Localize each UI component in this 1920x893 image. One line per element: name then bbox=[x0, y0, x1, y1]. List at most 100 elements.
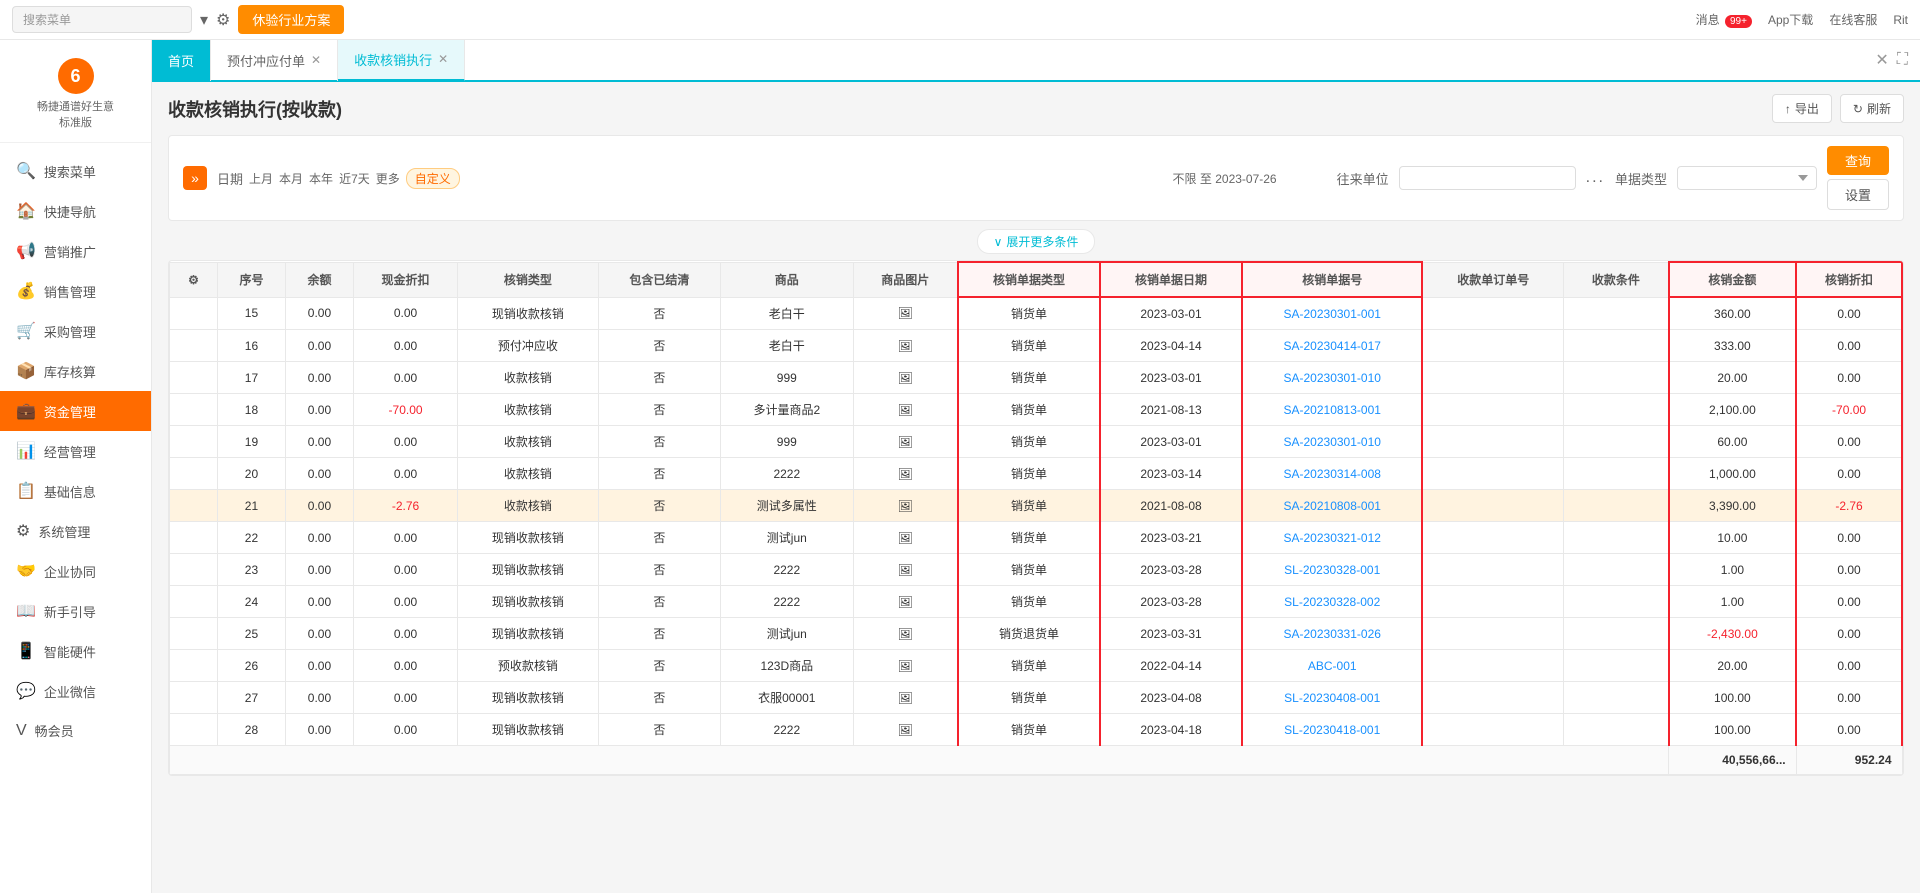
app-download-link[interactable]: App下载 bbox=[1768, 11, 1813, 28]
row-verify-bill-no-link[interactable]: SA-20230314-008 bbox=[1284, 467, 1381, 481]
sidebar-item-wechat[interactable]: 💬 企业微信 bbox=[0, 671, 151, 711]
row-verify-bill-no-link[interactable]: SL-20230328-001 bbox=[1284, 563, 1380, 577]
from-unit-label: 往来单位 bbox=[1337, 169, 1389, 188]
row-include-settled: 否 bbox=[598, 297, 720, 330]
from-unit-input[interactable] bbox=[1399, 166, 1576, 190]
row-product-img: 🖼 bbox=[853, 394, 958, 426]
filter-this-year[interactable]: 本年 bbox=[309, 170, 333, 187]
filter-more[interactable]: 更多 bbox=[376, 170, 400, 187]
sidebar-item-inventory[interactable]: 📦 库存核算 bbox=[0, 351, 151, 391]
industry-btn[interactable]: 休验行业方案 bbox=[238, 5, 344, 34]
row-verify-bill-no-link[interactable]: SA-20230301-001 bbox=[1284, 307, 1381, 321]
filter-last-month[interactable]: 上月 bbox=[249, 170, 273, 187]
tab-prepay[interactable]: 预付冲应付单 ✕ bbox=[211, 40, 338, 81]
online-service-link[interactable]: 在线客服 bbox=[1829, 11, 1877, 28]
filter-this-month[interactable]: 本月 bbox=[279, 170, 303, 187]
row-verify-bill-no-link[interactable]: SL-20230328-002 bbox=[1284, 595, 1380, 609]
row-receipt-condition bbox=[1564, 458, 1669, 490]
col-verify-bill-no: 核销单据号 bbox=[1242, 262, 1422, 297]
row-verify-bill-no[interactable]: SA-20230301-010 bbox=[1242, 362, 1422, 394]
tab-prepay-close[interactable]: ✕ bbox=[311, 53, 321, 67]
bill-type-select[interactable]: 销货单 bbox=[1677, 166, 1817, 190]
col-verify-discount: 核销折扣 bbox=[1796, 262, 1902, 297]
expand-more-btn[interactable]: ∨ 展开更多条件 bbox=[977, 229, 1096, 254]
row-verify-bill-no[interactable]: SA-20230414-017 bbox=[1242, 330, 1422, 362]
row-balance: 0.00 bbox=[285, 714, 353, 746]
user-name[interactable]: Rit bbox=[1893, 13, 1908, 27]
row-verify-bill-no[interactable]: SA-20210813-001 bbox=[1242, 394, 1422, 426]
row-verify-bill-no-link[interactable]: SA-20210808-001 bbox=[1284, 499, 1381, 513]
row-verify-bill-no-link[interactable]: SA-20230301-010 bbox=[1284, 435, 1381, 449]
row-verify-bill-date: 2023-04-08 bbox=[1100, 682, 1242, 714]
filter-custom[interactable]: 自定义 bbox=[406, 168, 460, 189]
sidebar-item-basic[interactable]: 📋 基础信息 bbox=[0, 471, 151, 511]
query-btn[interactable]: 查询 bbox=[1827, 146, 1889, 175]
sidebar-item-guide[interactable]: 📖 新手引导 bbox=[0, 591, 151, 631]
row-verify-bill-no[interactable]: SA-20210808-001 bbox=[1242, 490, 1422, 522]
row-verify-bill-no[interactable]: SA-20230301-001 bbox=[1242, 297, 1422, 330]
search-box[interactable]: 搜索菜单 bbox=[12, 6, 192, 33]
tab-home[interactable]: 首页 bbox=[152, 40, 211, 81]
export-btn[interactable]: ↑ 导出 bbox=[1772, 94, 1832, 123]
col-cash-discount: 现金折扣 bbox=[353, 262, 457, 297]
row-verify-bill-type: 销货单 bbox=[958, 586, 1100, 618]
row-verify-bill-no[interactable]: SL-20230408-001 bbox=[1242, 682, 1422, 714]
row-verify-bill-no[interactable]: SA-20230301-010 bbox=[1242, 426, 1422, 458]
row-verify-bill-no-link[interactable]: SA-20230331-026 bbox=[1284, 627, 1381, 641]
table-row: 280.000.00现销收款核销否2222🖼销货单2023-04-18SL-20… bbox=[170, 714, 1903, 746]
sidebar-item-label: 销售管理 bbox=[44, 282, 96, 301]
dropdown-icon[interactable]: ▾ bbox=[200, 10, 208, 30]
tab-close-window[interactable]: ✕ bbox=[1875, 50, 1888, 70]
search-icon: 🔍 bbox=[16, 161, 36, 181]
row-verify-bill-no-link[interactable]: ABC-001 bbox=[1308, 659, 1357, 673]
settings-btn[interactable]: 设置 bbox=[1827, 179, 1889, 210]
table-row: 200.000.00收款核销否2222🖼销货单2023-03-14SA-2023… bbox=[170, 458, 1903, 490]
sidebar-item-purchase[interactable]: 🛒 采购管理 bbox=[0, 311, 151, 351]
row-verify-bill-no-link[interactable]: SL-20230408-001 bbox=[1284, 691, 1380, 705]
sidebar: 6 畅捷通谱好生意 标准版 🔍 搜索菜单 🏠 快捷导航 📢 营销推广 💰 销售管… bbox=[0, 40, 152, 893]
filter-arrow-btn[interactable]: » bbox=[183, 166, 207, 190]
sidebar-item-marketing[interactable]: 📢 营销推广 bbox=[0, 231, 151, 271]
sidebar-item-system[interactable]: ⚙ 系统管理 bbox=[0, 511, 151, 551]
row-seq: 28 bbox=[217, 714, 285, 746]
row-seq: 17 bbox=[217, 362, 285, 394]
settings-icon[interactable]: ⚙ bbox=[216, 10, 230, 30]
sidebar-item-search[interactable]: 🔍 搜索菜单 bbox=[0, 151, 151, 191]
sidebar-item-member[interactable]: V 畅会员 bbox=[0, 711, 151, 750]
row-verify-bill-no-link[interactable]: SA-20230301-010 bbox=[1284, 371, 1381, 385]
row-verify-bill-no[interactable]: SL-20230328-001 bbox=[1242, 554, 1422, 586]
row-verify-bill-no[interactable]: SA-20230321-012 bbox=[1242, 522, 1422, 554]
sidebar-item-operations[interactable]: 📊 经营管理 bbox=[0, 431, 151, 471]
row-verify-discount: 0.00 bbox=[1796, 682, 1902, 714]
row-seq: 24 bbox=[217, 586, 285, 618]
sidebar-item-label: 资金管理 bbox=[44, 402, 96, 421]
col-settings[interactable]: ⚙ bbox=[170, 262, 218, 297]
row-verify-bill-no-link[interactable]: SA-20230414-017 bbox=[1284, 339, 1381, 353]
row-verify-bill-no-link[interactable]: SL-20230418-001 bbox=[1284, 723, 1380, 737]
row-verify-discount: 0.00 bbox=[1796, 522, 1902, 554]
refresh-btn[interactable]: ↻ 刷新 bbox=[1840, 94, 1904, 123]
row-receipt-condition bbox=[1564, 394, 1669, 426]
row-verify-bill-no[interactable]: SL-20230328-002 bbox=[1242, 586, 1422, 618]
messages-link[interactable]: 消息 99+ bbox=[1696, 11, 1752, 28]
row-verify-bill-no-link[interactable]: SA-20230321-012 bbox=[1284, 531, 1381, 545]
tab-restore[interactable]: ⛶ bbox=[1897, 51, 1908, 69]
tab-receipt[interactable]: 收款核销执行 ✕ bbox=[338, 40, 465, 81]
row-verify-bill-type: 销货单 bbox=[958, 682, 1100, 714]
tab-receipt-close[interactable]: ✕ bbox=[438, 52, 448, 66]
row-verify-bill-no[interactable]: SA-20230314-008 bbox=[1242, 458, 1422, 490]
row-verify-bill-no[interactable]: ABC-001 bbox=[1242, 650, 1422, 682]
sidebar-item-hardware[interactable]: 📱 智能硬件 bbox=[0, 631, 151, 671]
sidebar-item-label: 企业协同 bbox=[44, 562, 96, 581]
sidebar-item-finance[interactable]: 💼 资金管理 bbox=[0, 391, 151, 431]
row-verify-discount: 0.00 bbox=[1796, 586, 1902, 618]
sidebar-item-enterprise[interactable]: 🤝 企业协同 bbox=[0, 551, 151, 591]
sidebar-item-sales[interactable]: 💰 销售管理 bbox=[0, 271, 151, 311]
row-verify-bill-no[interactable]: SA-20230331-026 bbox=[1242, 618, 1422, 650]
filter-date-range: 不限 至 2023-07-26 bbox=[1173, 170, 1277, 187]
filter-dots[interactable]: ... bbox=[1586, 169, 1605, 187]
sidebar-item-quick[interactable]: 🏠 快捷导航 bbox=[0, 191, 151, 231]
filter-last-7[interactable]: 近7天 bbox=[339, 170, 370, 187]
row-verify-bill-no-link[interactable]: SA-20210813-001 bbox=[1284, 403, 1381, 417]
row-verify-bill-no[interactable]: SL-20230418-001 bbox=[1242, 714, 1422, 746]
